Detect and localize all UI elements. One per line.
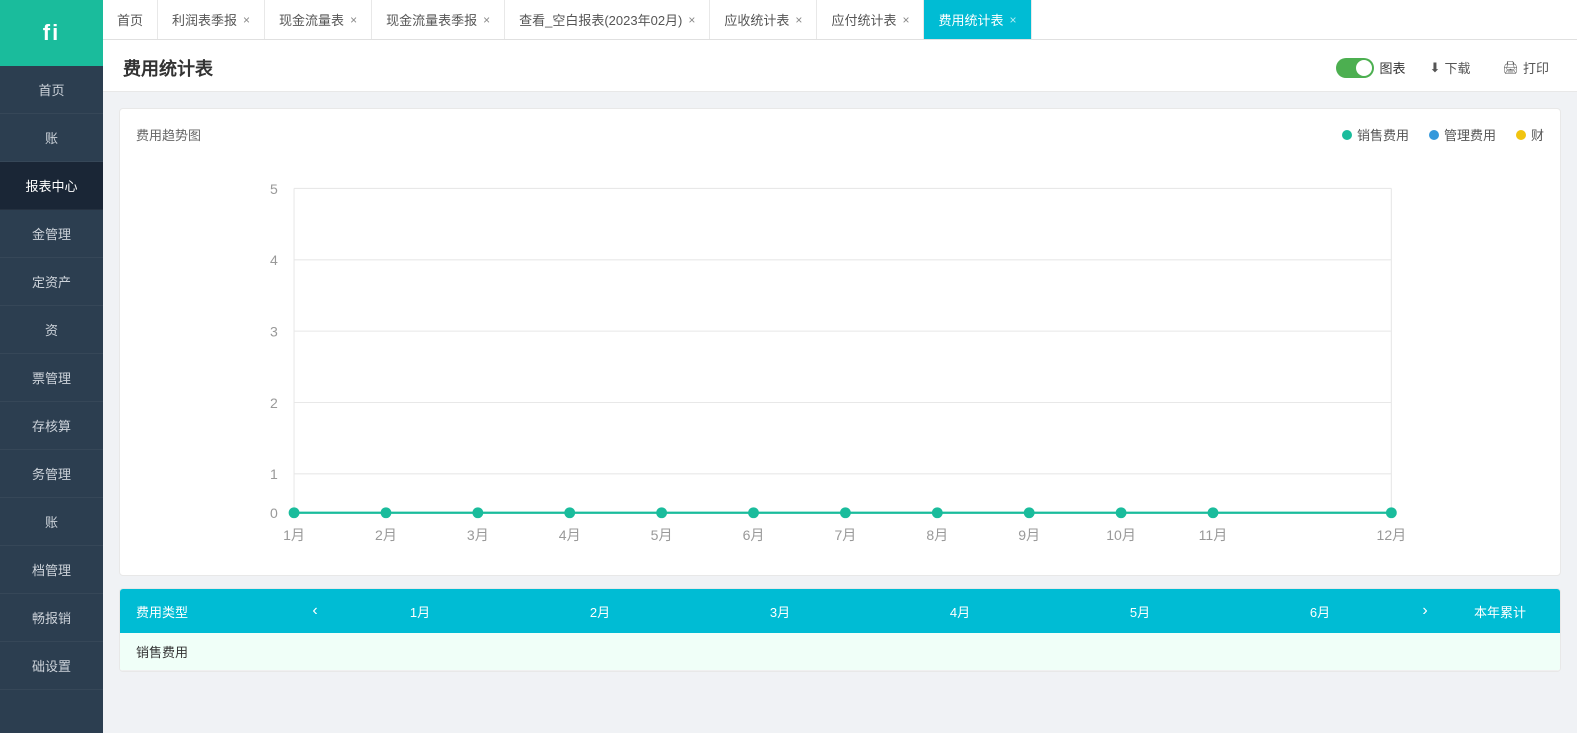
sidebar-item-expense[interactable]: 畅报销 — [0, 594, 103, 642]
svg-text:5月: 5月 — [651, 527, 673, 543]
col-m2: 2月 — [510, 602, 690, 621]
close-tab-receivable[interactable]: × — [795, 13, 802, 27]
tab-home[interactable]: 首页 — [103, 0, 158, 39]
close-tab-expense-stats[interactable]: × — [1009, 13, 1016, 27]
svg-text:4月: 4月 — [559, 527, 581, 543]
tab-cashflow-quarterly[interactable]: 现金流量表季报 × — [372, 0, 505, 39]
tab-blank-report[interactable]: 查看_空白报表(2023年02月) × — [505, 0, 710, 39]
svg-text:7月: 7月 — [834, 527, 856, 543]
next-nav-btn[interactable]: › — [1410, 602, 1440, 620]
download-button[interactable]: ⬇ 下载 — [1422, 54, 1479, 81]
svg-text:4: 4 — [270, 252, 278, 268]
col-m4: 4月 — [870, 602, 1050, 621]
cell-type: 销售费用 — [120, 642, 300, 661]
svg-text:0: 0 — [270, 505, 278, 521]
sidebar-item-capital[interactable]: 资 — [0, 306, 103, 354]
download-icon: ⬇ — [1430, 60, 1441, 76]
sidebar-item-assets[interactable]: 定资产 — [0, 258, 103, 306]
page-title: 费用统计表 — [123, 55, 213, 81]
expense-table: 费用类型 ‹ 1月 2月 3月 4月 5月 6月 › 本年累计 销售费用 — [119, 588, 1561, 672]
chart-toggle-area[interactable]: 图表 — [1336, 58, 1406, 78]
svg-text:3: 3 — [270, 324, 278, 340]
header-actions: 图表 ⬇ 下载 🖨 打印 — [1336, 54, 1557, 81]
col-m5: 5月 — [1050, 602, 1230, 621]
col-type: 费用类型 — [120, 602, 300, 621]
svg-text:1月: 1月 — [283, 527, 305, 543]
svg-text:12月: 12月 — [1377, 527, 1407, 543]
sidebar-item-reports[interactable]: 报表中心 — [0, 162, 103, 210]
tab-cashflow[interactable]: 现金流量表 × — [265, 0, 372, 39]
close-tab-cashflow-quarterly[interactable]: × — [483, 13, 490, 27]
sidebar-item-ledger[interactable]: 账 — [0, 498, 103, 546]
chart-toggle-switch[interactable] — [1336, 58, 1374, 78]
page-header: 费用统计表 图表 ⬇ 下载 🖨 打印 — [103, 40, 1577, 92]
trend-chart: 5 4 3 2 1 0 — [136, 156, 1544, 556]
tab-profit-quarterly[interactable]: 利润表季报 × — [158, 0, 265, 39]
print-icon: 🖨 — [1502, 60, 1519, 76]
prev-nav-btn[interactable]: ‹ — [300, 602, 330, 620]
app-logo: fi — [0, 0, 103, 66]
svg-text:10月: 10月 — [1106, 527, 1136, 543]
tab-payable[interactable]: 应付统计表 × — [817, 0, 924, 39]
legend-finance: 财 — [1516, 125, 1544, 144]
svg-text:5: 5 — [270, 181, 278, 197]
close-tab-blank-report[interactable]: × — [688, 13, 695, 27]
svg-text:3月: 3月 — [467, 527, 489, 543]
sidebar-item-inventory[interactable]: 存核算 — [0, 402, 103, 450]
tab-bar: 首页 利润表季报 × 现金流量表 × 现金流量表季报 × 查看_空白报表(202… — [103, 0, 1577, 40]
svg-text:1: 1 — [270, 466, 278, 482]
tab-receivable[interactable]: 应收统计表 × — [710, 0, 817, 39]
close-tab-payable[interactable]: × — [902, 13, 909, 27]
sidebar-item-account[interactable]: 账 — [0, 114, 103, 162]
print-button[interactable]: 🖨 打印 — [1494, 54, 1557, 81]
legend-dot-sales — [1342, 130, 1352, 140]
legend-sales: 销售费用 — [1342, 125, 1409, 144]
content-area: 费用趋势图 销售费用 管理费用 财 — [103, 92, 1577, 733]
main-area: 首页 利润表季报 × 现金流量表 × 现金流量表季报 × 查看_空白报表(202… — [103, 0, 1577, 733]
chart-toggle-label: 图表 — [1380, 58, 1406, 77]
sidebar: fi 首页 账 报表中心 金管理 定资产 资 票管理 存核算 务管理 账 档管理… — [0, 0, 103, 733]
col-m6: 6月 — [1230, 602, 1410, 621]
legend-dot-admin — [1429, 130, 1439, 140]
svg-text:2月: 2月 — [375, 527, 397, 543]
svg-text:11月: 11月 — [1199, 527, 1228, 543]
sidebar-item-service[interactable]: 务管理 — [0, 450, 103, 498]
col-m3: 3月 — [690, 602, 870, 621]
col-total: 本年累计 — [1440, 602, 1560, 621]
table-header: 费用类型 ‹ 1月 2月 3月 4月 5月 6月 › 本年累计 — [120, 589, 1560, 633]
chart-title: 费用趋势图 — [136, 125, 201, 144]
sidebar-item-archive[interactable]: 档管理 — [0, 546, 103, 594]
close-tab-profit-quarterly[interactable]: × — [243, 13, 250, 27]
tab-expense-stats[interactable]: 费用统计表 × — [924, 0, 1031, 39]
chart-header: 费用趋势图 销售费用 管理费用 财 — [136, 125, 1544, 144]
svg-text:9月: 9月 — [1018, 527, 1040, 543]
sidebar-item-home[interactable]: 首页 — [0, 66, 103, 114]
svg-text:8月: 8月 — [926, 527, 948, 543]
table-row: 销售费用 — [120, 633, 1560, 671]
sidebar-item-finance[interactable]: 金管理 — [0, 210, 103, 258]
sidebar-item-invoice[interactable]: 票管理 — [0, 354, 103, 402]
col-m1: 1月 — [330, 602, 510, 621]
chart-card: 费用趋势图 销售费用 管理费用 财 — [119, 108, 1561, 576]
chart-svg-container: 5 4 3 2 1 0 — [136, 156, 1544, 559]
chart-legend: 销售费用 管理费用 财 — [1342, 125, 1544, 144]
svg-text:6月: 6月 — [743, 527, 765, 543]
sidebar-item-settings[interactable]: 础设置 — [0, 642, 103, 690]
svg-text:2: 2 — [270, 395, 278, 411]
legend-admin: 管理费用 — [1429, 125, 1496, 144]
close-tab-cashflow[interactable]: × — [350, 13, 357, 27]
legend-dot-finance — [1516, 130, 1526, 140]
